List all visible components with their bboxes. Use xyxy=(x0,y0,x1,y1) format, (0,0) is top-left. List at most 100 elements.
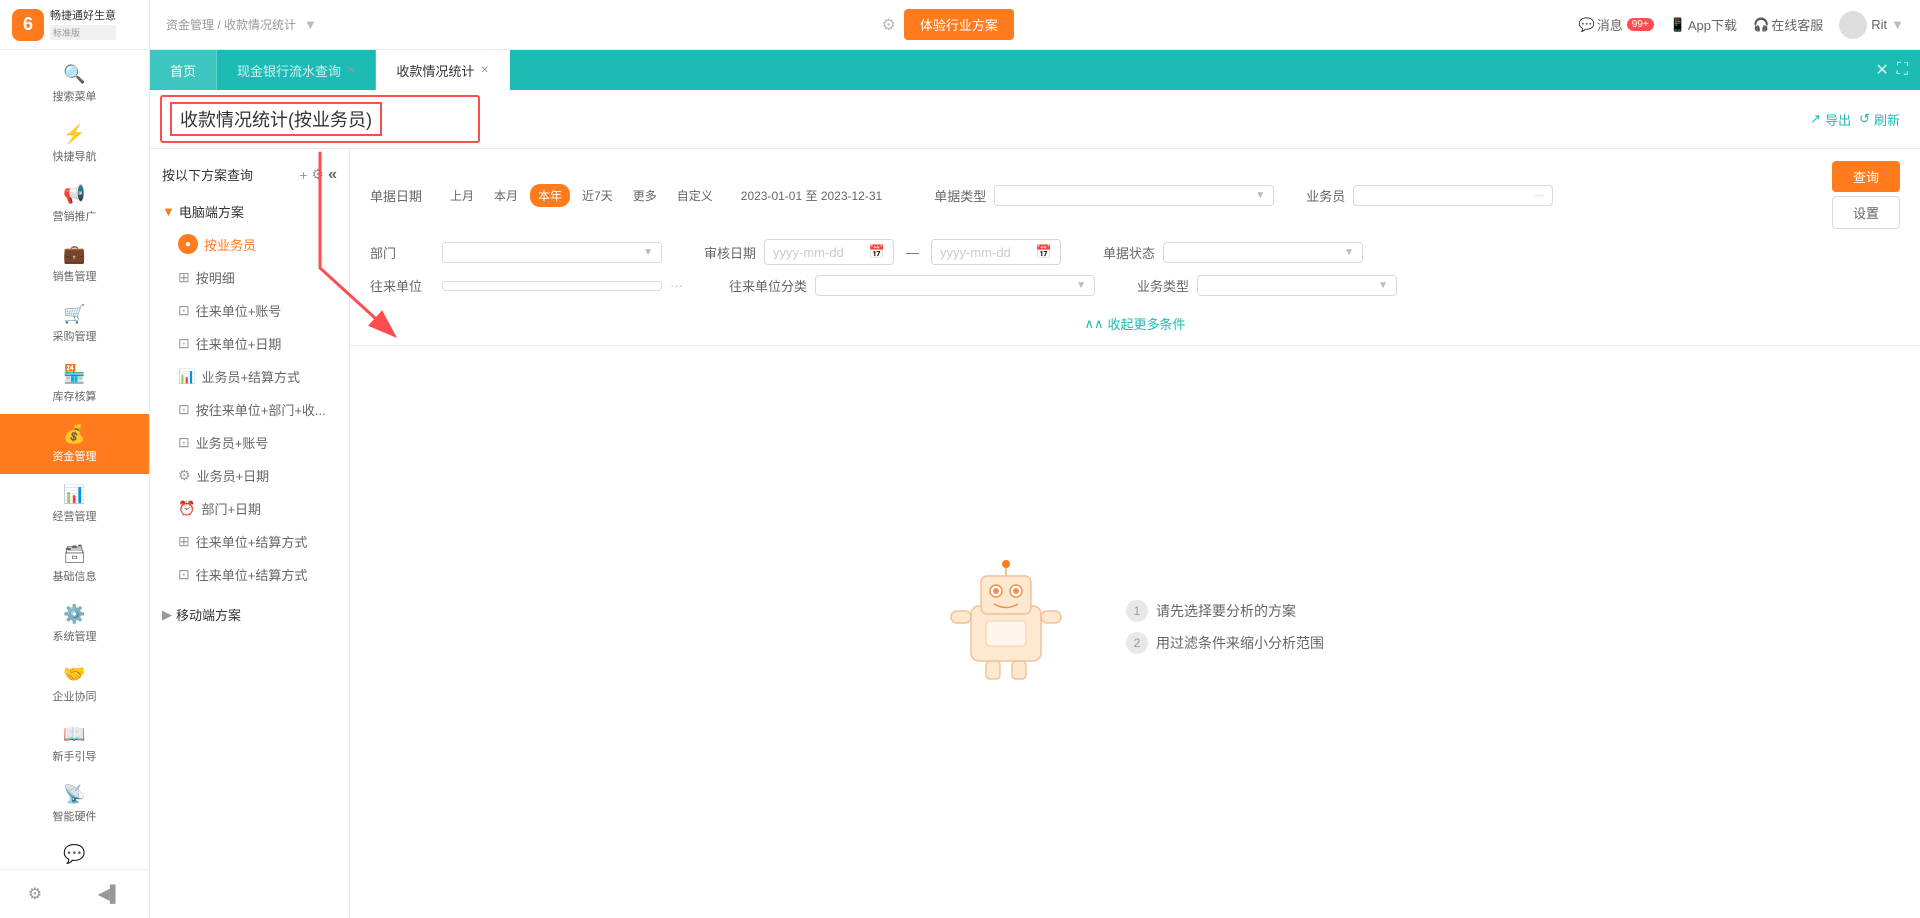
add-scheme-button[interactable]: + xyxy=(299,166,307,184)
audit-date-to[interactable]: yyyy-mm-dd 📅 xyxy=(931,239,1061,265)
scheme-icon: ⏰ xyxy=(178,500,195,517)
scheme-item-staff-settlement[interactable]: 📊 业务员+结算方式 xyxy=(150,360,349,393)
step-2-label: 用过滤条件来缩小分析范围 xyxy=(1156,633,1324,653)
sidebar-item-label: 系统管理 xyxy=(53,628,97,644)
scheme-item-client-settlement1[interactable]: ⊞ 往来单位+结算方式 xyxy=(150,525,349,558)
sidebar-item-marketing[interactable]: 📢 营销推广 xyxy=(0,174,149,234)
voucher-type-select[interactable]: ▼ xyxy=(994,185,1274,206)
scheme-item-by-detail[interactable]: ⊞ 按明细 xyxy=(150,261,349,294)
tab-bank-flow[interactable]: 现金银行流水查询 ✕ xyxy=(217,50,376,90)
date-tab-7days[interactable]: 近7天 xyxy=(574,184,621,207)
tab-label: 现金银行流水查询 xyxy=(237,61,341,80)
client-category-group: 往来单位分类 ▼ xyxy=(729,275,1095,296)
sidebar-item-purchase[interactable]: 🛒 采购管理 xyxy=(0,294,149,354)
sidebar-item-quick-nav[interactable]: ⚡ 快捷导航 xyxy=(0,114,149,174)
sidebar-item-wechat[interactable]: 💬 企业微信 xyxy=(0,834,149,869)
sidebar-item-guide[interactable]: 📖 新手引导 xyxy=(0,714,149,774)
collapse-chevron-icon: ∧∧ xyxy=(1084,316,1103,332)
scheme-item-client-date[interactable]: ⊡ 往来单位+日期 xyxy=(150,327,349,360)
message-badge: 99+ xyxy=(1627,18,1654,31)
scheme-item-client-settlement2[interactable]: ⊡ 往来单位+结算方式 xyxy=(150,558,349,591)
settings-button[interactable]: 设置 xyxy=(1832,196,1900,229)
audit-date-group: 审核日期 yyyy-mm-dd 📅 — yyyy-mm-dd 📅 xyxy=(704,239,1061,265)
page-actions: ↗ 导出 ↺ 刷新 xyxy=(1810,110,1900,129)
sidebar-item-label: 新手引导 xyxy=(53,748,97,764)
biz-type-label: 业务类型 xyxy=(1137,276,1189,295)
tab-label: 首页 xyxy=(170,61,196,80)
user-area[interactable]: Rit ▼ xyxy=(1839,11,1904,39)
scheme-item-staff-date[interactable]: ⚙ 业务员+日期 xyxy=(150,459,349,492)
date-range-display: 2023-01-01 至 2023-12-31 xyxy=(741,187,882,204)
date-tab-this-year[interactable]: 本年 xyxy=(530,184,570,207)
export-button[interactable]: ↗ 导出 xyxy=(1810,110,1851,129)
client-select[interactable] xyxy=(442,281,662,291)
breadcrumb-dropdown-icon[interactable]: ▼ xyxy=(304,17,317,32)
dept-select[interactable]: ▼ xyxy=(442,242,662,263)
quick-nav-icon: ⚡ xyxy=(63,124,85,145)
tab-home[interactable]: 首页 xyxy=(150,50,217,90)
sidebar-item-search[interactable]: 🔍 搜索菜单 xyxy=(0,54,149,114)
calendar-icon: 📅 xyxy=(869,244,885,260)
settings-bottom-icon[interactable]: ⚙ xyxy=(24,880,46,908)
biz-type-select[interactable]: ▼ xyxy=(1197,275,1397,296)
sidebar-item-basic[interactable]: 🗃 基础信息 xyxy=(0,534,149,594)
system-icon: ⚙️ xyxy=(63,604,85,625)
sidebar-item-sales[interactable]: 💼 销售管理 xyxy=(0,234,149,294)
wechat-icon: 💬 xyxy=(63,844,85,865)
app-download-area[interactable]: 📱 App下载 xyxy=(1670,15,1737,34)
sidebar-bottom: ⚙ ◀▌ xyxy=(0,869,149,918)
voucher-status-select[interactable]: ▼ xyxy=(1163,242,1363,263)
tab-bar: 首页 现金银行流水查询 ✕ 收款情况统计 ✕ ✕ ⛶ xyxy=(150,50,1920,90)
close-window-button[interactable]: ✕ xyxy=(1875,60,1888,80)
export-icon: ↗ xyxy=(1810,111,1821,127)
sidebar-item-inventory[interactable]: 🏪 库存核算 xyxy=(0,354,149,414)
scheme-item-label: 部门+日期 xyxy=(201,499,261,518)
message-area[interactable]: 💬 消息 99+ xyxy=(1579,15,1654,34)
desktop-scheme-header[interactable]: ▼ 电脑端方案 xyxy=(150,196,349,227)
audit-date-from[interactable]: yyyy-mm-dd 📅 xyxy=(764,239,894,265)
sidebar-item-label: 企业协同 xyxy=(53,688,97,704)
collapse-sidebar-icon[interactable]: ◀▌ xyxy=(94,880,126,908)
sidebar-item-enterprise[interactable]: 🤝 企业协同 xyxy=(0,654,149,714)
gear-icon[interactable]: ⚙ xyxy=(882,15,896,35)
refresh-label: 刷新 xyxy=(1874,110,1900,129)
mobile-scheme-header[interactable]: ▶ 移动端方案 xyxy=(150,599,349,630)
tab-close-icon[interactable]: ✕ xyxy=(347,65,355,76)
date-tab-last-month[interactable]: 上月 xyxy=(442,184,482,207)
scheme-item-label: 按往来单位+部门+收... xyxy=(196,400,326,419)
scheme-icon: ⊡ xyxy=(178,302,190,319)
breadcrumb: 资金管理 / 收款情况统计 xyxy=(166,16,296,33)
chevron-down-icon: ▼ xyxy=(1344,247,1354,258)
sidebar-item-finance[interactable]: 💰 资金管理 xyxy=(0,414,149,474)
date-tab-custom[interactable]: 自定义 xyxy=(669,184,721,207)
scheme-settings-button[interactable]: ⚙ xyxy=(312,166,325,184)
sidebar-item-label: 销售管理 xyxy=(53,268,97,284)
message-label: 消息 xyxy=(1597,15,1623,34)
collapse-more-button[interactable]: ∧∧ 收起更多条件 xyxy=(1084,314,1185,333)
refresh-button[interactable]: ↺ 刷新 xyxy=(1859,110,1900,129)
avatar xyxy=(1839,11,1867,39)
online-service-area[interactable]: 🎧 在线客服 xyxy=(1753,15,1823,34)
scheme-item-staff-account[interactable]: ⊡ 业务员+账号 xyxy=(150,426,349,459)
group-label: 电脑端方案 xyxy=(179,202,244,221)
date-tab-this-month[interactable]: 本月 xyxy=(486,184,526,207)
date-tab-more[interactable]: 更多 xyxy=(625,184,665,207)
scheme-item-dept-date[interactable]: ⏰ 部门+日期 xyxy=(150,492,349,525)
sidebar-item-hardware[interactable]: 📡 智能硬件 xyxy=(0,774,149,834)
query-button[interactable]: 查询 xyxy=(1832,161,1900,192)
logo-badge: 标准版 xyxy=(50,25,116,40)
maximize-window-button[interactable]: ⛶ xyxy=(1897,61,1908,79)
sidebar-nav: 🔍 搜索菜单 ⚡ 快捷导航 📢 营销推广 💼 销售管理 🛒 采购管理 🏪 库存核… xyxy=(0,50,149,869)
tab-close-icon[interactable]: ✕ xyxy=(480,65,488,76)
staff-select[interactable]: ··· xyxy=(1353,185,1553,206)
scheme-item-client-dept-receipt[interactable]: ⊡ 按往来单位+部门+收... xyxy=(150,393,349,426)
collapse-panel-button[interactable]: « xyxy=(328,166,337,184)
sidebar-item-operation[interactable]: 📊 经营管理 xyxy=(0,474,149,534)
scheme-item-client-account[interactable]: ⊡ 往来单位+账号 xyxy=(150,294,349,327)
scheme-item-by-staff[interactable]: ● 按业务员 xyxy=(150,227,349,261)
trial-button[interactable]: 体验行业方案 xyxy=(904,9,1014,40)
sidebar-item-system[interactable]: ⚙️ 系统管理 xyxy=(0,594,149,654)
client-more-icon[interactable]: ··· xyxy=(670,278,683,293)
tab-receipt-stat[interactable]: 收款情况统计 ✕ xyxy=(376,50,509,90)
client-category-select[interactable]: ▼ xyxy=(815,275,1095,296)
